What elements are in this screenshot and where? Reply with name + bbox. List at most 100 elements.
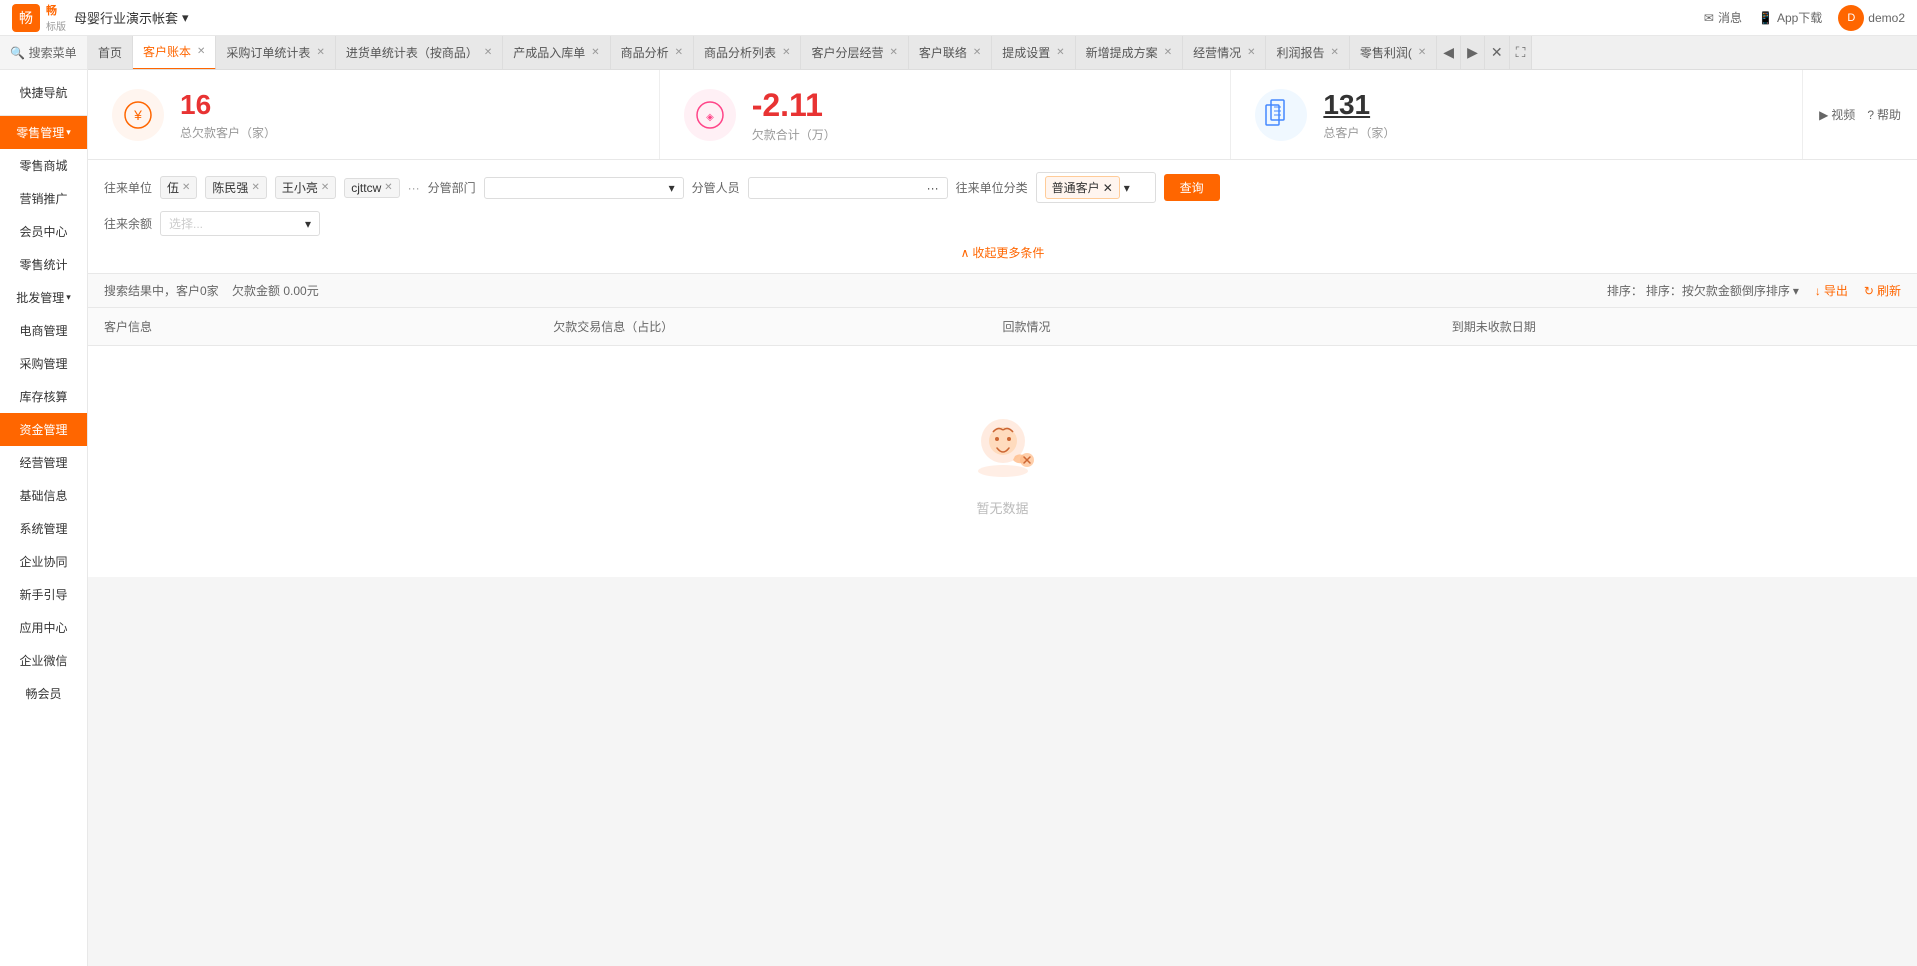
tab-retail-profit-close[interactable]: ✕ <box>1418 47 1426 58</box>
tab-commission-settings[interactable]: 提成设置 ✕ <box>992 36 1075 70</box>
retail-mall-label: 零售商城 <box>19 159 67 173</box>
query-button[interactable]: 查询 <box>1164 174 1220 201</box>
filter-tag-wang[interactable]: 王小亮 ✕ <box>275 176 336 199</box>
tag-wang-close[interactable]: ✕ <box>321 182 329 193</box>
app-download-btn[interactable]: 📱 App下载 <box>1758 9 1822 26</box>
marketing-label: 营销推广 <box>19 192 67 206</box>
help-doc-btn[interactable]: ? 帮助 <box>1867 106 1901 123</box>
sidebar-item-system[interactable]: 系统管理 <box>0 512 87 545</box>
col-header-customer: 客户信息 <box>104 318 553 335</box>
tab-customer-contact-close[interactable]: ✕ <box>973 47 981 58</box>
sidebar-search[interactable]: 🔍 搜索菜单 <box>0 36 87 70</box>
tab-product-analysis-close[interactable]: ✕ <box>675 47 683 58</box>
sidebar-item-enterprise-collab[interactable]: 企业协同 <box>0 545 87 578</box>
filter-tag-unit[interactable]: 伍 ✕ <box>160 176 197 199</box>
sidebar-item-operations[interactable]: 经营管理 <box>0 446 87 479</box>
sort-select[interactable]: 排序： 排序：按欠款金额倒序排序 ▾ <box>1607 282 1799 299</box>
sidebar-item-wholesale-mgmt[interactable]: 批发管理 ▾ <box>0 281 87 314</box>
user-area[interactable]: D demo2 <box>1838 5 1905 31</box>
filter-tag-chen[interactable]: 陈民强 ✕ <box>205 176 266 199</box>
tag-unit-value: 伍 <box>167 179 179 196</box>
tab-retail-profit[interactable]: 零售利润( ✕ <box>1350 36 1437 70</box>
tab-customer-contact[interactable]: 客户联络 ✕ <box>909 36 992 70</box>
tab-business-close[interactable]: ✕ <box>1247 47 1255 58</box>
collapse-btn[interactable]: ∧ 收起更多条件 <box>104 244 1901 261</box>
chevron-icon-2: ▾ <box>66 292 71 303</box>
tab-maximize[interactable]: ⛶ <box>1510 36 1533 70</box>
col-header-date: 到期未收款日期 <box>1452 318 1901 335</box>
sidebar-item-finance[interactable]: 资金管理 <box>0 413 87 446</box>
sidebar-item-retail-mgmt[interactable]: 零售管理 ▾ <box>0 116 87 149</box>
tab-inbound-close[interactable]: ✕ <box>484 47 492 58</box>
filter-more-btn[interactable]: ··· <box>408 181 420 195</box>
tab-purchase-order-stats[interactable]: 采购订单统计表 ✕ <box>216 36 335 70</box>
tab-customer-ledger-close[interactable]: ✕ <box>197 46 205 57</box>
sidebar-item-quick-nav[interactable]: 快捷导航 <box>0 76 87 109</box>
sidebar-item-marketing[interactable]: 营销推广 <box>0 182 87 215</box>
tab-add-commission-plan[interactable]: 新增提成方案 ✕ <box>1076 36 1183 70</box>
category-select[interactable]: 普通客户 ✕ ▾ <box>1036 172 1156 203</box>
tab-inbound-stats[interactable]: 进货单统计表（按商品） ✕ <box>336 36 503 70</box>
filter-tag-cjttcw[interactable]: cjttcw ✕ <box>344 178 399 198</box>
message-icon: ✉ <box>1704 11 1714 25</box>
sidebar-item-wechat[interactable]: 企业微信 <box>0 644 87 677</box>
wechat-label: 企业微信 <box>19 654 67 668</box>
store-selector[interactable]: 母婴行业演示帐套 ▾ <box>74 8 189 27</box>
debt-amount-label: 欠款合计（万） <box>752 126 836 143</box>
category-tag[interactable]: 普通客户 ✕ <box>1045 176 1120 199</box>
sidebar-item-app-center[interactable]: 应用中心 <box>0 611 87 644</box>
dept-select[interactable]: ▾ <box>484 177 684 199</box>
sidebar-item-member-center[interactable]: 会员中心 <box>0 215 87 248</box>
tab-home[interactable]: 首页 <box>88 36 133 70</box>
sidebar-item-inventory[interactable]: 库存核算 <box>0 380 87 413</box>
tab-production-in[interactable]: 产成品入库单 ✕ <box>503 36 610 70</box>
sidebar-item-ecommerce[interactable]: 电商管理 <box>0 314 87 347</box>
tab-profit-report[interactable]: 利润报告 ✕ <box>1266 36 1349 70</box>
tab-business-status[interactable]: 经营情况 ✕ <box>1183 36 1266 70</box>
tab-customer-tier[interactable]: 客户分层经营 ✕ <box>801 36 908 70</box>
person-select[interactable]: ··· <box>748 177 948 199</box>
tab-product-analysis[interactable]: 商品分析 ✕ <box>611 36 694 70</box>
sidebar-item-purchase[interactable]: 采购管理 <box>0 347 87 380</box>
video-help-btn[interactable]: ▶ 视频 <box>1819 106 1855 123</box>
svg-text:◈: ◈ <box>706 112 714 123</box>
tab-commission-close[interactable]: ✕ <box>1056 47 1064 58</box>
help-btns: ▶ 视频 ? 帮助 <box>1803 98 1917 131</box>
tab-purchase-close[interactable]: ✕ <box>316 47 324 58</box>
export-btn[interactable]: ↓ 导出 <box>1815 282 1848 299</box>
tab-product-list-close[interactable]: ✕ <box>782 47 790 58</box>
logo-char: 畅 <box>19 8 33 28</box>
sidebar-search-label: 搜索菜单 <box>29 46 77 60</box>
video-icon: ▶ <box>1819 108 1828 122</box>
quick-nav-label: 快捷导航 <box>19 86 67 100</box>
empty-icon <box>963 406 1043 486</box>
tab-nav-next[interactable]: ▶ <box>1461 36 1485 70</box>
filter-area: 往来单位 伍 ✕ 陈民强 ✕ 王小亮 ✕ cjttcw <box>88 160 1917 274</box>
sidebar-item-retail-mall[interactable]: 零售商城 <box>0 149 87 182</box>
sidebar-item-basic-info[interactable]: 基础信息 <box>0 479 87 512</box>
category-tag-close[interactable]: ✕ <box>1103 181 1113 195</box>
tab-production-close[interactable]: ✕ <box>591 47 599 58</box>
col-header-repay: 回款情况 <box>1003 318 1452 335</box>
tab-close-all[interactable]: ✕ <box>1485 36 1510 70</box>
tab-customer-ledger[interactable]: 客户账本 ✕ <box>133 36 216 70</box>
tab-profit-close[interactable]: ✕ <box>1331 47 1339 58</box>
top-bar-left: 畅 畅 标版 母婴行业演示帐套 ▾ <box>12 2 189 33</box>
message-btn[interactable]: ✉ 消息 <box>1704 9 1742 26</box>
tab-add-commission-label: 新增提成方案 <box>1086 44 1158 61</box>
sidebar-item-changhui[interactable]: 畅会员 <box>0 677 87 710</box>
person-more: ··· <box>927 181 939 195</box>
balance-select[interactable]: 选择... ▾ <box>160 211 320 236</box>
sidebar-item-newbie[interactable]: 新手引导 <box>0 578 87 611</box>
tab-add-commission-close[interactable]: ✕ <box>1164 47 1172 58</box>
tag-unit-close[interactable]: ✕ <box>182 182 190 193</box>
tab-product-analysis-list[interactable]: 商品分析列表 ✕ <box>694 36 801 70</box>
tab-customer-tier-close[interactable]: ✕ <box>889 47 897 58</box>
app-center-label: 应用中心 <box>19 621 67 635</box>
tag-cjttcw-close[interactable]: ✕ <box>384 182 392 193</box>
tab-nav-prev[interactable]: ◀ <box>1437 36 1461 70</box>
tag-chen-close[interactable]: ✕ <box>251 182 259 193</box>
app-download-label: App下载 <box>1777 9 1822 26</box>
refresh-btn[interactable]: ↻ 刷新 <box>1864 282 1901 299</box>
sidebar-item-retail-stats[interactable]: 零售统计 <box>0 248 87 281</box>
